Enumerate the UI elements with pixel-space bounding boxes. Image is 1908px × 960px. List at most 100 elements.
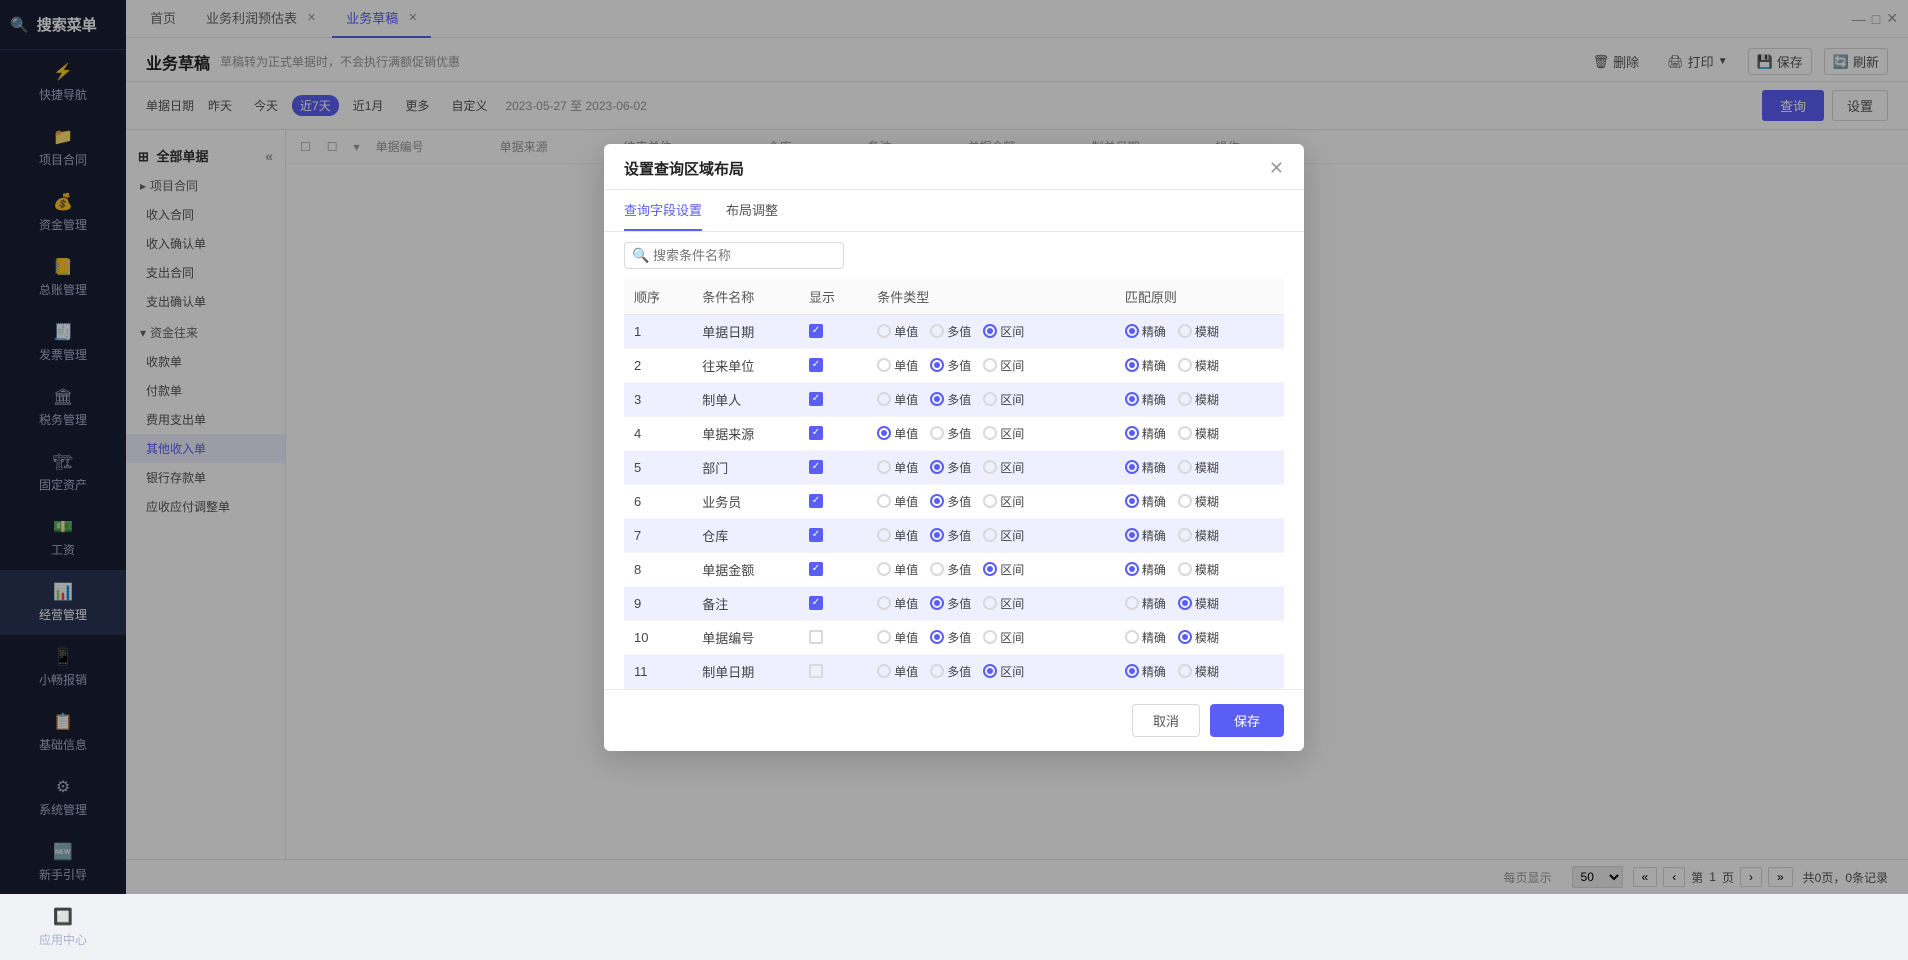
- show-checkbox[interactable]: [809, 664, 823, 678]
- radio-cond-single[interactable]: 单值: [877, 527, 918, 544]
- row-order: 9: [624, 586, 692, 620]
- show-checkbox[interactable]: [809, 494, 823, 508]
- modal-tab-field-settings[interactable]: 查询字段设置: [624, 190, 702, 231]
- row-show-checkbox[interactable]: [799, 484, 867, 518]
- radio-cond-range[interactable]: 区间: [983, 391, 1024, 408]
- radio-circle-cond-range: [983, 358, 997, 372]
- radio-match-precise[interactable]: 精确: [1125, 391, 1166, 408]
- show-checkbox[interactable]: [809, 426, 823, 440]
- radio-cond-range[interactable]: 区间: [983, 663, 1024, 680]
- show-checkbox[interactable]: [809, 392, 823, 406]
- row-show-checkbox[interactable]: [799, 552, 867, 586]
- appstore-icon: 🔲: [53, 907, 73, 927]
- radio-cond-multi[interactable]: 多值: [930, 595, 971, 612]
- radio-match-precise[interactable]: 精确: [1125, 459, 1166, 476]
- row-show-checkbox[interactable]: [799, 382, 867, 416]
- radio-match-fuzzy[interactable]: 模糊: [1178, 527, 1219, 544]
- row-show-checkbox[interactable]: [799, 450, 867, 484]
- row-show-checkbox[interactable]: [799, 586, 867, 620]
- radio-cond-single[interactable]: 单值: [877, 459, 918, 476]
- radio-circle-match-precise: [1125, 630, 1139, 644]
- modal-tab-layout-settings[interactable]: 布局调整: [726, 190, 778, 231]
- show-checkbox[interactable]: [809, 596, 823, 610]
- radio-cond-multi[interactable]: 多值: [930, 425, 971, 442]
- show-checkbox[interactable]: [809, 562, 823, 576]
- radio-cond-multi[interactable]: 多值: [930, 357, 971, 374]
- radio-cond-single[interactable]: 单值: [877, 323, 918, 340]
- modal-cancel-btn[interactable]: 取消: [1132, 704, 1200, 737]
- radio-match-fuzzy[interactable]: 模糊: [1178, 391, 1219, 408]
- radio-match-fuzzy[interactable]: 模糊: [1178, 493, 1219, 510]
- radio-cond-range[interactable]: 区间: [983, 561, 1024, 578]
- radio-cond-single[interactable]: 单值: [877, 391, 918, 408]
- row-condition-type: 单值多值区间: [867, 552, 1115, 586]
- modal-close-btn[interactable]: ✕: [1269, 158, 1284, 179]
- row-order: 1: [624, 314, 692, 348]
- modal-save-btn[interactable]: 保存: [1210, 704, 1284, 737]
- row-match-principle: 精确模糊: [1115, 450, 1284, 484]
- radio-match-fuzzy[interactable]: 模糊: [1178, 323, 1219, 340]
- row-show-checkbox[interactable]: [799, 654, 867, 688]
- radio-cond-range[interactable]: 区间: [983, 527, 1024, 544]
- radio-match-fuzzy[interactable]: 模糊: [1178, 357, 1219, 374]
- radio-cond-single[interactable]: 单值: [877, 561, 918, 578]
- modal-conditions-table: 顺序 条件名称 显示 条件类型 匹配原则 1单据日期单值多值区间精确模糊2往来单…: [624, 279, 1284, 689]
- radio-match-precise[interactable]: 精确: [1125, 595, 1166, 612]
- radio-circle-cond-single: [877, 596, 891, 610]
- radio-cond-range[interactable]: 区间: [983, 459, 1024, 476]
- radio-cond-multi[interactable]: 多值: [930, 493, 971, 510]
- radio-match-precise[interactable]: 精确: [1125, 527, 1166, 544]
- radio-cond-range[interactable]: 区间: [983, 493, 1024, 510]
- row-order: 5: [624, 450, 692, 484]
- radio-cond-single[interactable]: 单值: [877, 629, 918, 646]
- row-match-principle: 精确模糊: [1115, 382, 1284, 416]
- show-checkbox[interactable]: [809, 358, 823, 372]
- show-checkbox[interactable]: [809, 630, 823, 644]
- radio-cond-multi[interactable]: 多值: [930, 527, 971, 544]
- radio-match-precise[interactable]: 精确: [1125, 425, 1166, 442]
- radio-circle-cond-single: [877, 392, 891, 406]
- radio-cond-range[interactable]: 区间: [983, 595, 1024, 612]
- radio-cond-range[interactable]: 区间: [983, 425, 1024, 442]
- modal-search-input[interactable]: [624, 242, 844, 269]
- radio-cond-single[interactable]: 单值: [877, 493, 918, 510]
- radio-match-precise[interactable]: 精确: [1125, 357, 1166, 374]
- radio-match-fuzzy[interactable]: 模糊: [1178, 459, 1219, 476]
- show-checkbox[interactable]: [809, 324, 823, 338]
- radio-cond-single[interactable]: 单值: [877, 357, 918, 374]
- radio-cond-range[interactable]: 区间: [983, 357, 1024, 374]
- row-show-checkbox[interactable]: [799, 314, 867, 348]
- radio-cond-multi[interactable]: 多值: [930, 459, 971, 476]
- radio-cond-single[interactable]: 单值: [877, 663, 918, 680]
- radio-cond-multi[interactable]: 多值: [930, 629, 971, 646]
- row-show-checkbox[interactable]: [799, 348, 867, 382]
- row-order: 8: [624, 552, 692, 586]
- radio-cond-single[interactable]: 单值: [877, 425, 918, 442]
- radio-match-fuzzy[interactable]: 模糊: [1178, 595, 1219, 612]
- radio-match-fuzzy[interactable]: 模糊: [1178, 561, 1219, 578]
- radio-cond-single[interactable]: 单值: [877, 595, 918, 612]
- radio-cond-multi[interactable]: 多值: [930, 561, 971, 578]
- radio-match-precise[interactable]: 精确: [1125, 663, 1166, 680]
- row-show-checkbox[interactable]: [799, 620, 867, 654]
- radio-match-precise[interactable]: 精确: [1125, 323, 1166, 340]
- show-checkbox[interactable]: [809, 460, 823, 474]
- radio-circle-cond-range: [983, 494, 997, 508]
- radio-cond-range[interactable]: 区间: [983, 629, 1024, 646]
- row-match-principle: 精确模糊: [1115, 314, 1284, 348]
- show-checkbox[interactable]: [809, 528, 823, 542]
- row-show-checkbox[interactable]: [799, 518, 867, 552]
- radio-cond-multi[interactable]: 多值: [930, 663, 971, 680]
- radio-cond-multi[interactable]: 多值: [930, 323, 971, 340]
- radio-match-fuzzy[interactable]: 模糊: [1178, 629, 1219, 646]
- radio-match-precise[interactable]: 精确: [1125, 629, 1166, 646]
- radio-circle-match-precise: [1125, 528, 1139, 542]
- radio-cond-multi[interactable]: 多值: [930, 391, 971, 408]
- radio-cond-range[interactable]: 区间: [983, 323, 1024, 340]
- row-show-checkbox[interactable]: [799, 416, 867, 450]
- radio-match-precise[interactable]: 精确: [1125, 561, 1166, 578]
- sidebar-item-appstore[interactable]: 🔲 应用中心: [0, 895, 126, 960]
- radio-match-fuzzy[interactable]: 模糊: [1178, 425, 1219, 442]
- radio-match-precise[interactable]: 精确: [1125, 493, 1166, 510]
- radio-match-fuzzy[interactable]: 模糊: [1178, 663, 1219, 680]
